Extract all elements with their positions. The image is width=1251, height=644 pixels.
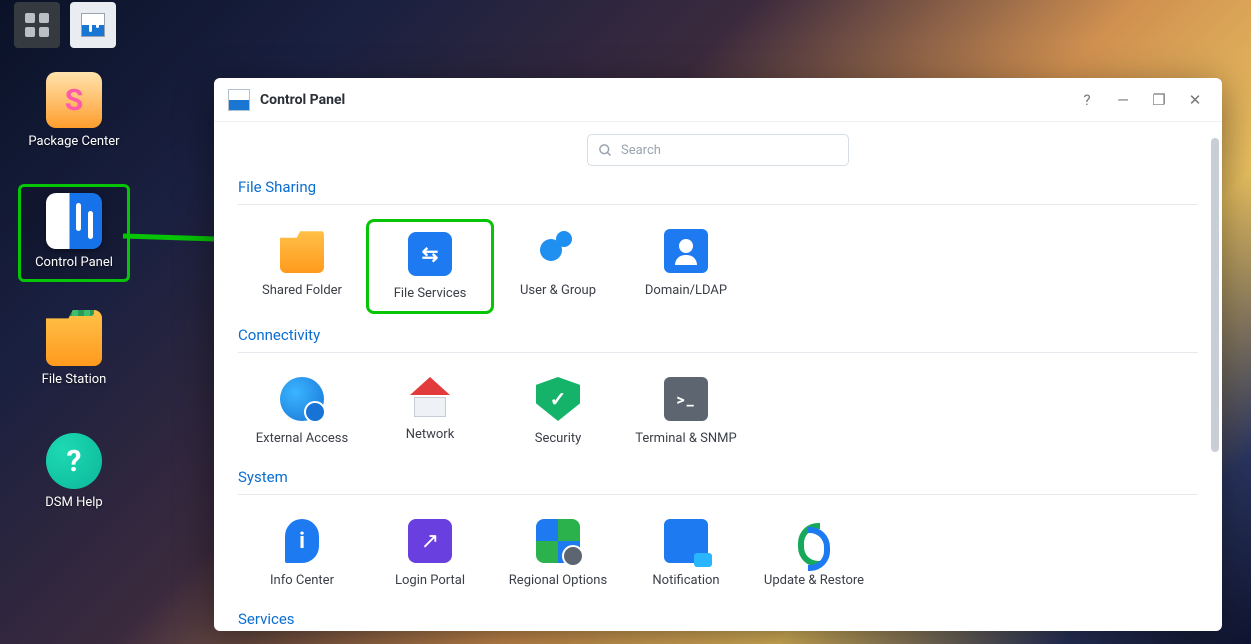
desktop-icon-file-station[interactable]: File Station	[18, 304, 130, 396]
search-box[interactable]	[587, 134, 849, 166]
desktop-icon-control-panel[interactable]: Control Panel	[18, 184, 130, 282]
close-icon: ✕	[1189, 91, 1202, 109]
terminal-icon	[664, 377, 708, 421]
search-bar	[214, 122, 1222, 174]
scrollbar-thumb[interactable]	[1211, 138, 1219, 452]
notification-icon	[664, 519, 708, 563]
divider	[238, 494, 1198, 495]
item-label: Network	[370, 427, 490, 442]
section-connectivity: External Access Network Security Termina…	[238, 367, 1198, 456]
window-title: Control Panel	[260, 92, 345, 108]
item-label: Security	[498, 431, 618, 446]
close-button[interactable]: ✕	[1182, 87, 1208, 113]
divider	[238, 204, 1198, 205]
desktop-icon-label: DSM Help	[20, 495, 128, 511]
security-icon	[536, 377, 580, 421]
search-input[interactable]	[621, 143, 838, 158]
item-label: Update & Restore	[754, 573, 874, 588]
apps-grid-icon	[25, 13, 49, 37]
item-update-restore[interactable]: Update & Restore	[750, 509, 878, 598]
desktop-icon-label: Control Panel	[23, 255, 125, 271]
taskbar	[0, 0, 130, 50]
help-icon	[46, 433, 102, 489]
item-security[interactable]: Security	[494, 367, 622, 456]
file-station-icon	[46, 310, 102, 366]
item-label: Login Portal	[370, 573, 490, 588]
item-shared-folder[interactable]: Shared Folder	[238, 219, 366, 314]
maximize-button[interactable]: ❐	[1146, 87, 1172, 113]
help-button[interactable]: ?	[1074, 87, 1100, 113]
taskbar-control-panel-button[interactable]	[70, 2, 116, 48]
section-file-sharing: Shared Folder File Services User & Group…	[238, 219, 1198, 314]
window-scrollbar[interactable]	[1211, 138, 1219, 621]
login-portal-icon	[408, 519, 452, 563]
item-external-access[interactable]: External Access	[238, 367, 366, 456]
divider	[238, 352, 1198, 353]
regional-options-icon	[536, 519, 580, 563]
user-group-icon	[536, 229, 580, 273]
update-restore-icon	[792, 519, 836, 563]
item-info-center[interactable]: Info Center	[238, 509, 366, 598]
network-icon	[408, 377, 452, 417]
item-label: External Access	[242, 431, 362, 446]
taskbar-apps-button[interactable]	[14, 2, 60, 48]
item-login-portal[interactable]: Login Portal	[366, 509, 494, 598]
section-title-connectivity: Connectivity	[238, 326, 1198, 344]
info-center-icon	[285, 519, 319, 563]
item-label: Regional Options	[498, 573, 618, 588]
minimize-icon: —	[1117, 91, 1129, 109]
item-regional-options[interactable]: Regional Options	[494, 509, 622, 598]
section-system: Info Center Login Portal Regional Option…	[238, 509, 1198, 598]
section-title-system: System	[238, 468, 1198, 486]
shared-folder-icon	[280, 229, 324, 273]
item-label: Notification	[626, 573, 746, 588]
domain-ldap-icon	[664, 229, 708, 273]
maximize-icon: ❐	[1152, 91, 1165, 109]
control-panel-icon	[228, 89, 250, 111]
package-center-icon	[46, 72, 102, 128]
item-notification[interactable]: Notification	[622, 509, 750, 598]
item-label: Domain/LDAP	[626, 283, 746, 298]
item-terminal-snmp[interactable]: Terminal & SNMP	[622, 367, 750, 456]
external-access-icon	[280, 377, 324, 421]
item-user-group[interactable]: User & Group	[494, 219, 622, 314]
desktop-icon-dsm-help[interactable]: DSM Help	[18, 427, 130, 519]
section-title-services: Services	[238, 610, 1198, 628]
item-file-services[interactable]: File Services	[366, 219, 494, 314]
question-icon: ?	[1083, 91, 1090, 109]
desktop-icon-label: File Station	[20, 372, 128, 388]
file-services-icon	[408, 232, 452, 276]
control-panel-window: Control Panel ? — ❐ ✕ File Sharing Share…	[214, 78, 1222, 631]
minimize-button[interactable]: —	[1110, 87, 1136, 113]
desktop-icon-package-center[interactable]: Package Center	[18, 66, 130, 158]
item-domain-ldap[interactable]: Domain/LDAP	[622, 219, 750, 314]
search-icon	[598, 143, 613, 158]
item-label: User & Group	[498, 283, 618, 298]
item-label: Shared Folder	[242, 283, 362, 298]
window-content: File Sharing Shared Folder File Services…	[214, 174, 1222, 631]
item-label: Terminal & SNMP	[626, 431, 746, 446]
item-label: Info Center	[242, 573, 362, 588]
item-network[interactable]: Network	[366, 367, 494, 456]
window-titlebar[interactable]: Control Panel ? — ❐ ✕	[214, 78, 1222, 122]
item-label: File Services	[373, 286, 487, 301]
desktop-icon-label: Package Center	[20, 134, 128, 150]
control-panel-icon	[46, 193, 102, 249]
section-title-file-sharing: File Sharing	[238, 178, 1198, 196]
control-panel-icon	[81, 13, 105, 37]
